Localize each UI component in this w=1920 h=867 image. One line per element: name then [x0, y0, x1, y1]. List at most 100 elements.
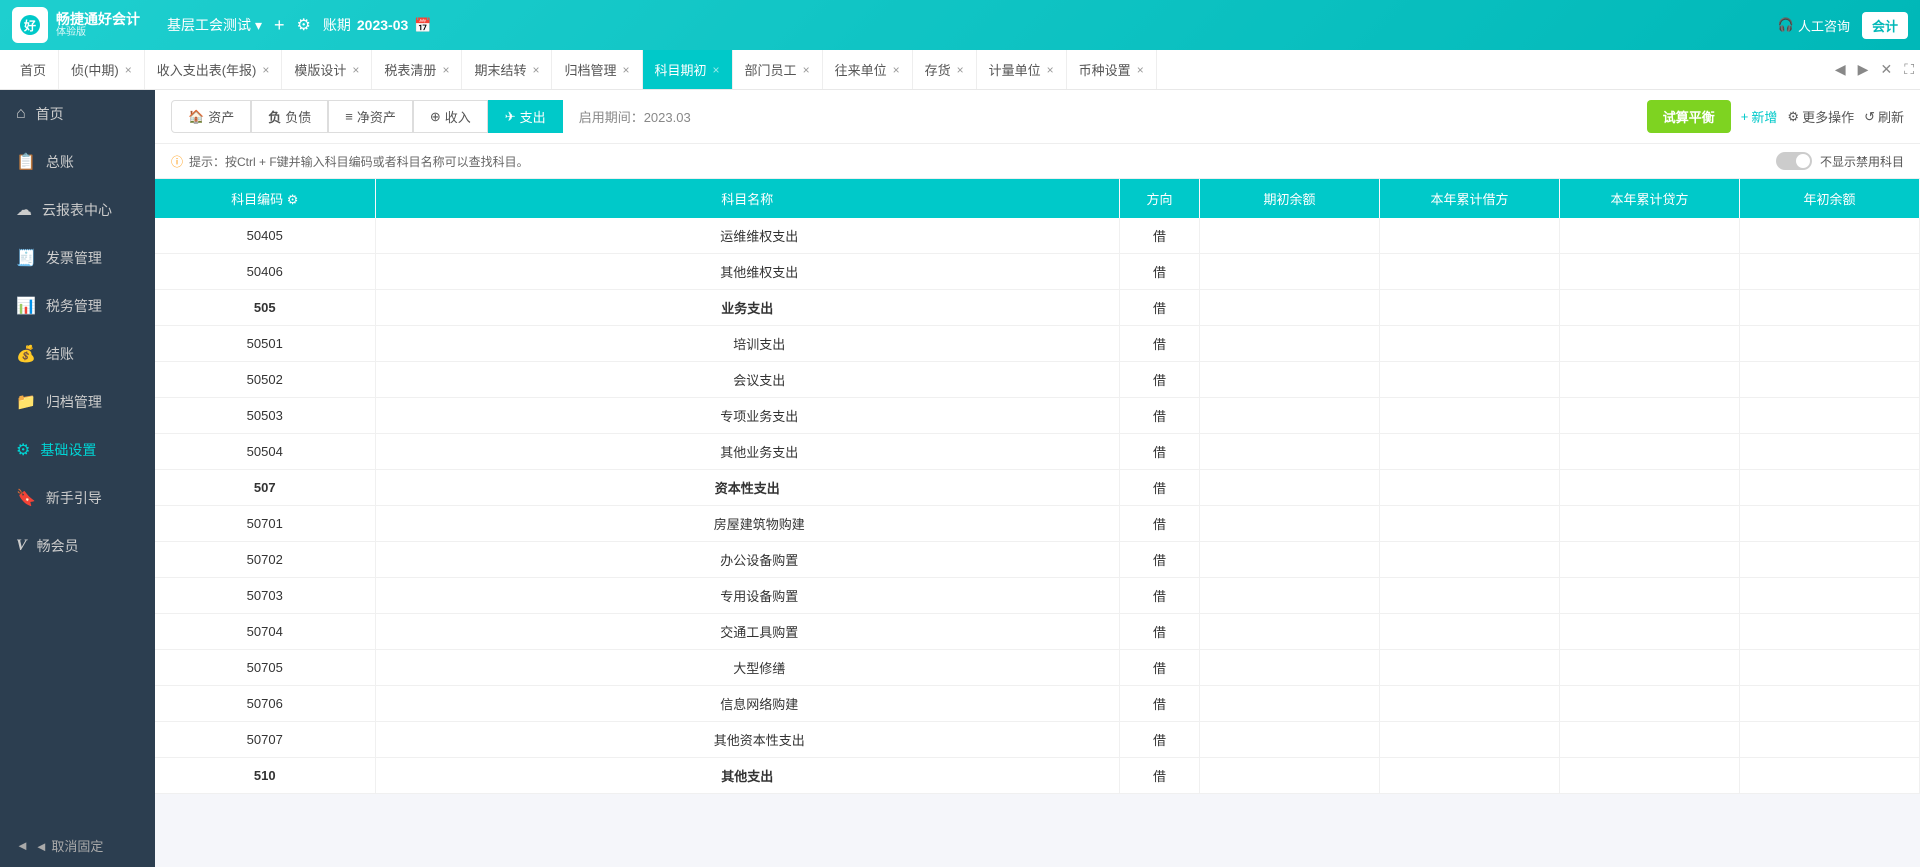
cell-year-balance[interactable] [1740, 434, 1920, 470]
cell-ytd-debit[interactable] [1380, 542, 1560, 578]
tab-tax[interactable]: 税表清册 × [372, 50, 462, 89]
table-row[interactable]: 50406 其他维权支出 借 [155, 254, 1920, 290]
cell-period-balance[interactable] [1200, 470, 1380, 506]
tab-maximize-button[interactable]: ⛶ [1898, 61, 1920, 78]
cell-period-balance[interactable] [1200, 542, 1380, 578]
cell-ytd-debit[interactable] [1380, 758, 1560, 794]
tab-scroll-right-button[interactable]: ▶ [1852, 61, 1875, 78]
cell-year-balance[interactable] [1740, 506, 1920, 542]
cell-period-balance[interactable] [1200, 218, 1380, 254]
close-icon[interactable]: × [893, 63, 900, 77]
cell-period-balance[interactable] [1200, 254, 1380, 290]
add-company-button[interactable]: + [274, 16, 285, 34]
tab-inventory[interactable]: 存货 × [913, 50, 977, 89]
cell-ytd-debit[interactable] [1380, 722, 1560, 758]
cell-year-balance[interactable] [1740, 218, 1920, 254]
cell-year-balance[interactable] [1740, 254, 1920, 290]
account-button[interactable]: 会计 [1862, 12, 1908, 39]
cell-ytd-debit[interactable] [1380, 254, 1560, 290]
cell-ytd-credit[interactable] [1560, 614, 1740, 650]
table-row[interactable]: 50704 交通工具购置 借 [155, 614, 1920, 650]
sub-tab-expense[interactable]: ✈ 支出 [488, 100, 563, 133]
tab-period-end[interactable]: 期末结转 × [462, 50, 552, 89]
close-icon[interactable]: × [1137, 63, 1144, 77]
close-icon[interactable]: × [262, 63, 269, 77]
col-settings-icon[interactable]: ⚙ [287, 192, 299, 207]
table-row[interactable]: 50503 专项业务支出 借 [155, 398, 1920, 434]
table-row[interactable]: 50706 信息网络购建 借 [155, 686, 1920, 722]
company-selector[interactable]: 基层工会测试 ▾ [167, 15, 262, 35]
cell-ytd-credit[interactable] [1560, 470, 1740, 506]
cell-period-balance[interactable] [1200, 362, 1380, 398]
tab-interim[interactable]: 侦(中期) × [59, 50, 145, 89]
cell-year-balance[interactable] [1740, 722, 1920, 758]
cell-period-balance[interactable] [1200, 758, 1380, 794]
sidebar-item-invoice[interactable]: 🧾 发票管理 [0, 234, 155, 282]
table-row[interactable]: 50702 办公设备购置 借 [155, 542, 1920, 578]
table-row[interactable]: 507 资本性支出 借 [155, 470, 1920, 506]
disabled-toggle[interactable] [1776, 152, 1812, 170]
table-row[interactable]: 50705 大型修缮 借 [155, 650, 1920, 686]
cell-period-balance[interactable] [1200, 650, 1380, 686]
table-row[interactable]: 50501 培训支出 借 [155, 326, 1920, 362]
table-row[interactable]: 50707 其他资本性支出 借 [155, 722, 1920, 758]
cell-year-balance[interactable] [1740, 398, 1920, 434]
cell-ytd-credit[interactable] [1560, 290, 1740, 326]
cell-ytd-credit[interactable] [1560, 686, 1740, 722]
cell-ytd-debit[interactable] [1380, 614, 1560, 650]
cell-year-balance[interactable] [1740, 578, 1920, 614]
close-icon[interactable]: × [957, 63, 964, 77]
cell-ytd-debit[interactable] [1380, 578, 1560, 614]
sidebar-item-archive[interactable]: 📁 归档管理 [0, 378, 155, 426]
tab-dept[interactable]: 部门员工 × [733, 50, 823, 89]
sidebar-item-settings[interactable]: ⚙ 基础设置 [0, 426, 155, 474]
cell-ytd-debit[interactable] [1380, 506, 1560, 542]
cell-year-balance[interactable] [1740, 326, 1920, 362]
tab-home[interactable]: 首页 [8, 50, 59, 89]
table-row[interactable]: 50405 运维维权支出 借 [155, 218, 1920, 254]
cell-period-balance[interactable] [1200, 290, 1380, 326]
support-button[interactable]: 🎧 人工咨询 [1778, 16, 1850, 35]
cell-ytd-debit[interactable] [1380, 398, 1560, 434]
close-icon[interactable]: × [1047, 63, 1054, 77]
cell-year-balance[interactable] [1740, 758, 1920, 794]
cell-ytd-debit[interactable] [1380, 290, 1560, 326]
cell-period-balance[interactable] [1200, 686, 1380, 722]
cell-ytd-credit[interactable] [1560, 218, 1740, 254]
cell-period-balance[interactable] [1200, 578, 1380, 614]
cell-ytd-credit[interactable] [1560, 542, 1740, 578]
tab-close-all-button[interactable]: ✕ [1874, 61, 1898, 78]
calc-balance-button[interactable]: 试算平衡 [1647, 100, 1731, 133]
cell-ytd-credit[interactable] [1560, 398, 1740, 434]
cell-period-balance[interactable] [1200, 398, 1380, 434]
cell-period-balance[interactable] [1200, 506, 1380, 542]
cell-ytd-credit[interactable] [1560, 326, 1740, 362]
close-icon[interactable]: × [623, 63, 630, 77]
cell-ytd-debit[interactable] [1380, 650, 1560, 686]
cell-period-balance[interactable] [1200, 434, 1380, 470]
tab-partner[interactable]: 往来单位 × [823, 50, 913, 89]
sidebar-item-home[interactable]: ⌂ 首页 [0, 90, 155, 138]
cell-year-balance[interactable] [1740, 542, 1920, 578]
cell-ytd-credit[interactable] [1560, 362, 1740, 398]
close-icon[interactable]: × [352, 63, 359, 77]
cell-ytd-debit[interactable] [1380, 218, 1560, 254]
cell-ytd-debit[interactable] [1380, 362, 1560, 398]
cell-period-balance[interactable] [1200, 722, 1380, 758]
cell-ytd-debit[interactable] [1380, 470, 1560, 506]
sidebar-item-member[interactable]: V 畅会员 [0, 522, 155, 570]
more-actions-button[interactable]: ⚙ 更多操作 [1787, 107, 1854, 126]
sub-tab-income[interactable]: ⊕ 收入 [413, 100, 488, 133]
tab-archive[interactable]: 归档管理 × [552, 50, 642, 89]
close-icon[interactable]: × [125, 63, 132, 77]
cell-ytd-credit[interactable] [1560, 722, 1740, 758]
cell-year-balance[interactable] [1740, 362, 1920, 398]
cell-period-balance[interactable] [1200, 326, 1380, 362]
sidebar-item-checkout[interactable]: 💰 结账 [0, 330, 155, 378]
cell-year-balance[interactable] [1740, 470, 1920, 506]
close-icon[interactable]: × [713, 63, 720, 77]
table-row[interactable]: 50703 专用设备购置 借 [155, 578, 1920, 614]
sub-tab-liability[interactable]: 负 负债 [251, 100, 328, 133]
close-icon[interactable]: × [442, 63, 449, 77]
table-row[interactable]: 50502 会议支出 借 [155, 362, 1920, 398]
